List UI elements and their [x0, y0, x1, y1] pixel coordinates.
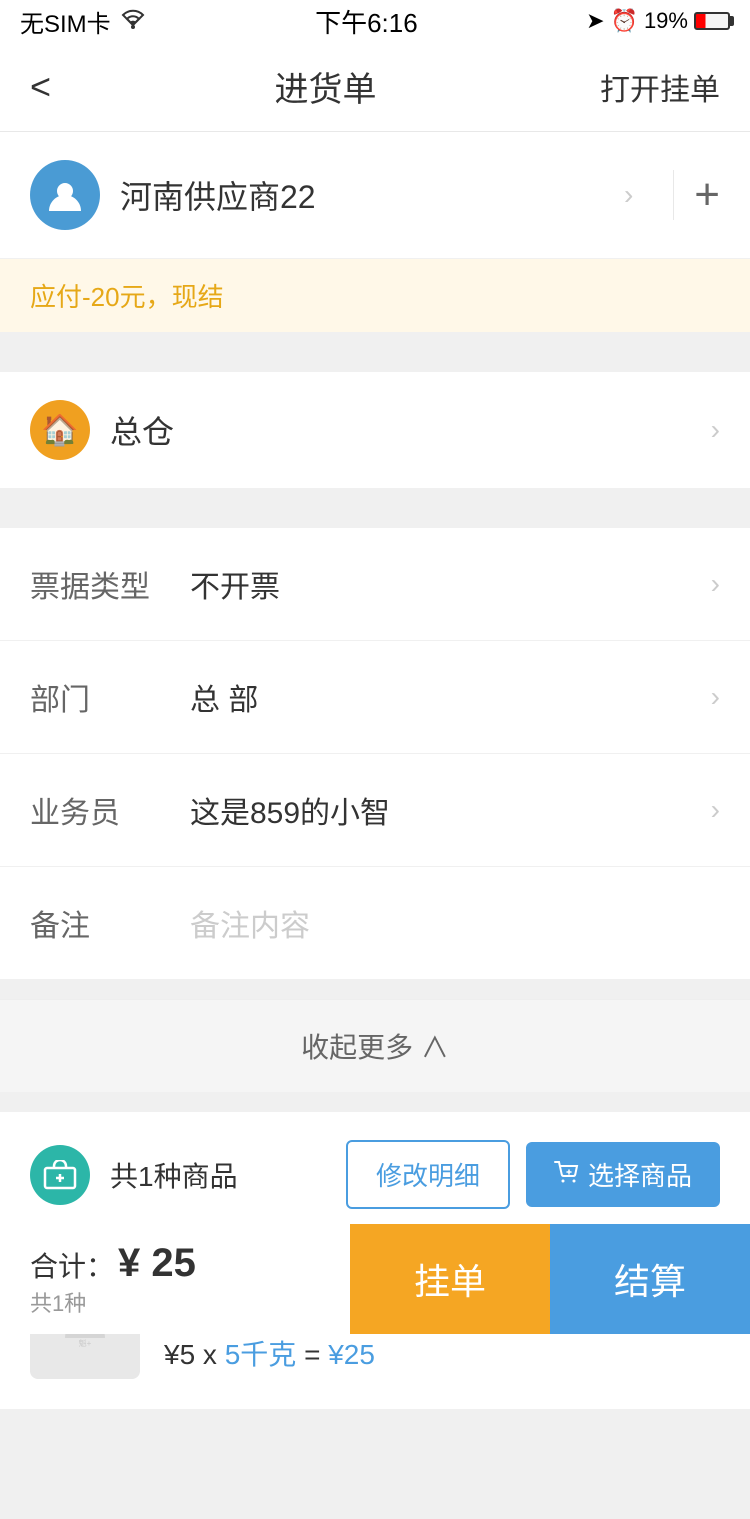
notice-text: 应付-20元，现结	[30, 282, 224, 312]
svg-text:魁+: 魁+	[79, 1338, 92, 1348]
edit-detail-button[interactable]: 修改明细	[346, 1140, 510, 1209]
carrier-text: 无SIM卡	[20, 4, 111, 39]
quantity: 5千克	[225, 1339, 297, 1370]
department-row[interactable]: 部门 总 部 ›	[0, 640, 750, 753]
warehouse-row[interactable]: 🏠 总仓 ›	[0, 372, 750, 488]
invoice-arrow-icon: ›	[711, 568, 720, 600]
back-button[interactable]: <	[30, 66, 51, 108]
supplier-section: 河南供应商22 › + 应付-20元，现结	[0, 132, 750, 332]
status-left: 无SIM卡	[20, 4, 147, 39]
supplier-row[interactable]: 河南供应商22 › +	[0, 132, 750, 259]
department-arrow-icon: ›	[711, 681, 720, 713]
salesman-row[interactable]: 业务员 这是859的小智 ›	[0, 753, 750, 866]
location-icon: ➤	[586, 8, 604, 34]
warehouse-section: 🏠 总仓 ›	[0, 372, 750, 488]
invoice-value: 不开票	[170, 562, 711, 606]
salesman-arrow-icon: ›	[711, 794, 720, 826]
nav-bar: < 进货单 打开挂单	[0, 42, 750, 132]
warehouse-name: 总仓	[110, 407, 711, 453]
alarm-icon: ⏰	[611, 8, 638, 34]
select-product-button[interactable]: 选择商品	[526, 1142, 720, 1207]
products-count: 共1种商品	[110, 1155, 346, 1195]
equals-sign: =	[304, 1339, 328, 1370]
add-supplier-button[interactable]: +	[673, 170, 720, 220]
remark-label: 备注	[30, 901, 170, 945]
supplier-arrow-icon: ›	[624, 179, 633, 211]
divider-3	[0, 1092, 750, 1112]
wifi-icon	[119, 7, 147, 36]
warehouse-arrow-icon: ›	[711, 414, 720, 446]
total-label: 合计：	[30, 1245, 114, 1285]
open-pending-button[interactable]: 打开挂单	[600, 65, 720, 109]
collapse-button[interactable]: 收起更多 ∧	[0, 999, 750, 1092]
battery-percent: 19%	[644, 8, 688, 34]
total-section: 合计： ¥ 25 共1种	[0, 1224, 350, 1334]
products-header: 共1种商品 修改明细 选择商品	[0, 1112, 750, 1237]
bottom-spacer	[0, 1409, 750, 1519]
status-bar: 无SIM卡 下午6:16 ➤ ⏰ 19%	[0, 0, 750, 42]
salesman-label: 业务员	[30, 788, 170, 832]
subtotal: ¥25	[328, 1339, 375, 1370]
supplier-avatar	[30, 160, 100, 230]
status-right: ➤ ⏰ 19%	[586, 8, 730, 34]
notice-bar: 应付-20元，现结	[0, 259, 750, 332]
salesman-value: 这是859的小智	[170, 788, 711, 832]
warehouse-icon: 🏠	[30, 400, 90, 460]
remark-row[interactable]: 备注 备注内容	[0, 866, 750, 979]
invoice-row[interactable]: 票据类型 不开票 ›	[0, 528, 750, 640]
department-value: 总 部	[170, 675, 711, 719]
total-sub: 共1种	[30, 1286, 320, 1318]
divider-1	[0, 352, 750, 372]
product-price: ¥5 x 5千克 = ¥25	[164, 1333, 670, 1373]
status-time: 下午6:16	[315, 3, 418, 40]
page-title: 进货单	[275, 62, 377, 111]
form-section: 票据类型 不开票 › 部门 总 部 › 业务员 这是859的小智 › 备注 备注…	[0, 528, 750, 979]
supplier-name: 河南供应商22	[120, 172, 624, 218]
department-label: 部门	[30, 675, 170, 719]
pending-button[interactable]: 挂单	[350, 1224, 550, 1334]
select-product-label: 选择商品	[588, 1156, 692, 1193]
checkout-button[interactable]: 结算	[550, 1224, 750, 1334]
divider-2	[0, 508, 750, 528]
invoice-label: 票据类型	[30, 562, 170, 606]
cart-icon	[554, 1159, 580, 1190]
unit-price: ¥5 x	[164, 1339, 225, 1370]
bottom-bar: 合计： ¥ 25 共1种 挂单 结算	[0, 1224, 750, 1334]
battery-icon	[694, 12, 730, 30]
products-icon	[30, 1145, 90, 1205]
total-amount: ¥ 25	[118, 1241, 196, 1286]
remark-input[interactable]: 备注内容	[170, 901, 720, 945]
